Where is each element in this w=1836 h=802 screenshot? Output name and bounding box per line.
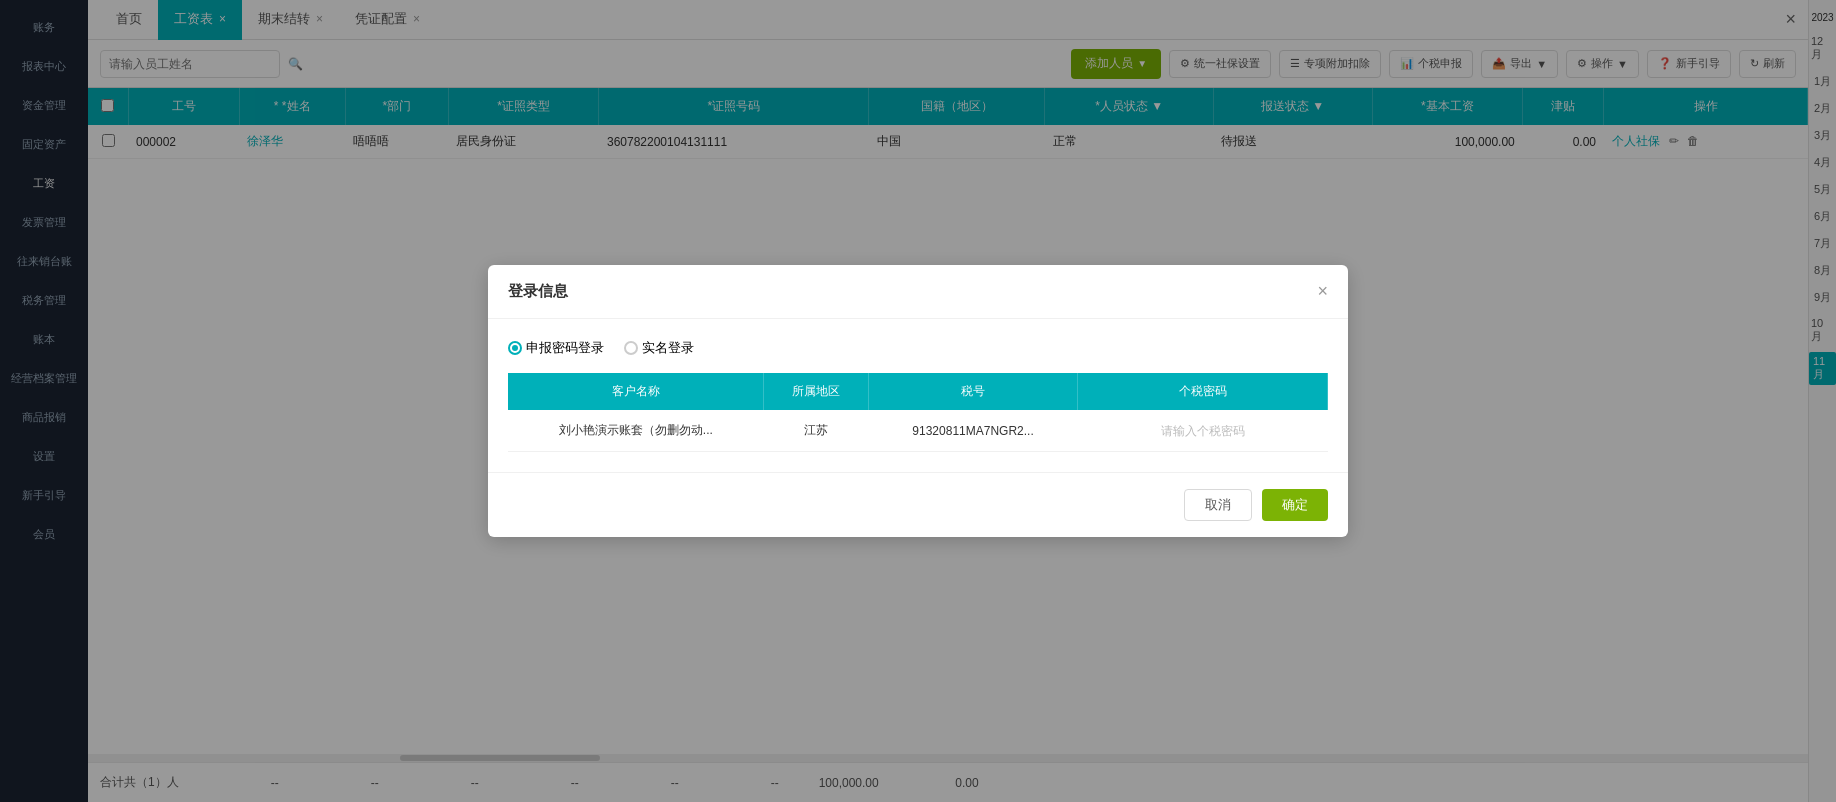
modal-close-button[interactable]: × (1317, 281, 1328, 302)
confirm-button[interactable]: 确定 (1262, 489, 1328, 521)
radio-realname-login[interactable]: 实名登录 (624, 339, 694, 357)
login-modal: 登录信息 × 申报密码登录 实名登录 客户名称 所属地区 (488, 265, 1348, 537)
radio-password-login[interactable]: 申报密码登录 (508, 339, 604, 357)
login-info-table: 客户名称 所属地区 税号 个税密码 刘小艳演示账套（勿删勿动... 江苏 913… (508, 373, 1328, 452)
modal-body: 申报密码登录 实名登录 客户名称 所属地区 税号 个税密码 (488, 319, 1348, 472)
login-type-radio-group: 申报密码登录 实名登录 (508, 339, 1328, 357)
modal-header: 登录信息 × (488, 265, 1348, 319)
cell-tax-password[interactable] (1078, 410, 1328, 452)
col-region: 所属地区 (764, 373, 869, 410)
modal-title: 登录信息 (508, 282, 568, 301)
radio-password-indicator (508, 341, 522, 355)
modal-overlay: 登录信息 × 申报密码登录 实名登录 客户名称 所属地区 (0, 0, 1836, 802)
modal-footer: 取消 确定 (488, 472, 1348, 537)
tax-password-input[interactable] (1090, 424, 1316, 438)
col-tax-id: 税号 (869, 373, 1078, 410)
radio-realname-indicator (624, 341, 638, 355)
cancel-button[interactable]: 取消 (1184, 489, 1252, 521)
col-tax-password: 个税密码 (1078, 373, 1328, 410)
col-client-name: 客户名称 (508, 373, 764, 410)
login-info-row: 刘小艳演示账套（勿删勿动... 江苏 91320811MA7NGR2... (508, 410, 1328, 452)
cell-client-name: 刘小艳演示账套（勿删勿动... (508, 410, 764, 452)
cell-tax-id: 91320811MA7NGR2... (869, 410, 1078, 452)
cell-region: 江苏 (764, 410, 869, 452)
